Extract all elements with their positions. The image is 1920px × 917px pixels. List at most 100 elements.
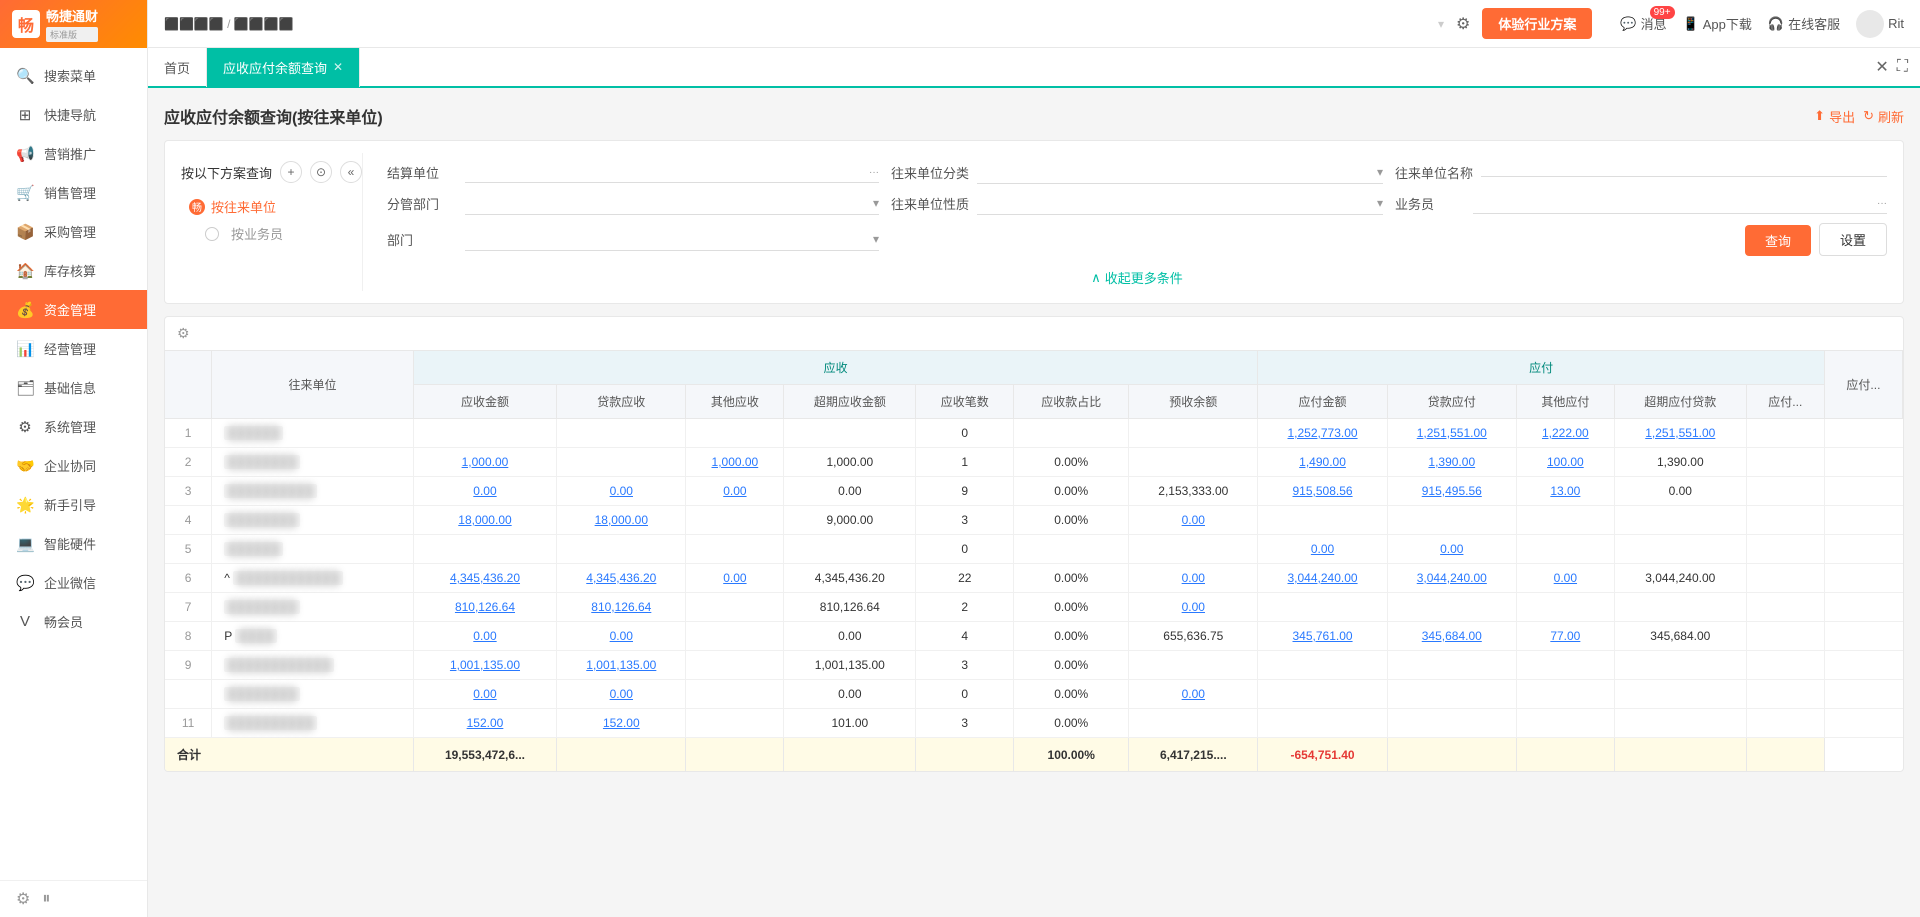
partner-name-input[interactable] <box>1481 168 1887 177</box>
app-download-button[interactable]: 📱 App下载 <box>1683 14 1752 33</box>
col-no <box>165 351 212 419</box>
cell-ap-balance <box>1746 535 1824 564</box>
sidebar-item-purchase[interactable]: 📦 采购管理 <box>0 212 147 251</box>
sidebar-item-base[interactable]: 🗂 基础信息 <box>0 368 147 407</box>
table-row: 2 ████████ 1,000.00 1,000.00 1,000.00 1 … <box>165 448 1903 477</box>
sidebar-item-hardware[interactable]: 💻 智能硬件 <box>0 524 147 563</box>
cell-ap-amount <box>1258 506 1387 535</box>
department-label: 部门 <box>387 230 457 249</box>
cell-partner: ████████ <box>212 506 414 535</box>
cell-ar-ratio: 0.00% <box>1014 564 1129 593</box>
main-content: 首页 应收应付余额查询 ✕ ✕ ⛶ 应收应付余额查询(按往来单位) ⬆ 导出 ↻… <box>148 48 1920 917</box>
cell-ar-amount: 18,000.00 <box>413 506 556 535</box>
cell-ar-other <box>686 535 784 564</box>
filter-by-partner[interactable]: 畅 按往来单位 <box>181 193 362 220</box>
table-settings-icon[interactable]: ⚙ <box>177 325 190 341</box>
dept-input[interactable]: ▾ <box>465 192 879 215</box>
breadcrumb-path: ⬛⬛⬛⬛ / ⬛⬛⬛⬛ <box>164 17 294 31</box>
table-scroll[interactable]: 往来单位 应收 应付 应付... 应收金额 贷款应收 其他应收 超期应收金额 应… <box>165 351 1903 771</box>
user-menu-button[interactable]: Rit <box>1856 10 1904 38</box>
sidebar-item-label: 基础信息 <box>44 378 96 397</box>
tab-arbalance[interactable]: 应收应付余额查询 ✕ <box>207 47 360 87</box>
cell-ap-other: 0.00 <box>1516 564 1614 593</box>
cell-ap-balance <box>1746 419 1824 448</box>
col-ap-more: 应付... <box>1824 351 1902 419</box>
cell-ap-other: 1,222.00 <box>1516 419 1614 448</box>
department-input[interactable]: ▾ <box>465 228 879 251</box>
cell-ar-ratio: 0.00% <box>1014 448 1129 477</box>
cell-ar-other <box>686 506 784 535</box>
cell-ap-other <box>1516 709 1614 738</box>
field-partner-category: 往来单位分类 ▾ <box>891 161 1383 184</box>
col-ar-ratio: 应收款占比 <box>1014 385 1129 419</box>
cell-ar-other <box>686 651 784 680</box>
message-button[interactable]: 💬 消息 99+ <box>1620 14 1666 33</box>
collapse-more-button[interactable]: ∧ 收起更多条件 <box>387 264 1887 291</box>
partner-nature-input[interactable]: ▾ <box>977 192 1383 215</box>
cell-advance-balance: 655,636.75 <box>1129 622 1258 651</box>
setting-button[interactable]: 设置 <box>1819 223 1887 256</box>
tab-home[interactable]: 首页 <box>148 47 207 87</box>
cell-ar-ratio: 0.00% <box>1014 506 1129 535</box>
sidebar-item-system[interactable]: ⚙ 系统管理 <box>0 407 147 446</box>
filter-sidebar: 按以下方案查询 + ⊙ « 畅 按往来单位 按业务员 <box>181 153 363 291</box>
cell-ar-count: 22 <box>916 564 1014 593</box>
sidebar-item-search[interactable]: 🔍 搜索菜单 <box>0 56 147 95</box>
sidebar-item-cooperation[interactable]: 🤝 企业协同 <box>0 446 147 485</box>
sidebar-item-shortcut[interactable]: ⊞ 快捷导航 <box>0 95 147 134</box>
footer-ar-ratio: 100.00% <box>1014 738 1129 772</box>
cell-ar-loan: 0.00 <box>557 477 686 506</box>
cell-ar-other <box>686 622 784 651</box>
collapse-filter-button[interactable]: « <box>340 161 362 183</box>
cell-ar-loan: 18,000.00 <box>557 506 686 535</box>
footer-ap-loan <box>1387 738 1516 772</box>
sidebar-item-wechat[interactable]: 💬 企业微信 <box>0 563 147 602</box>
hardware-icon: 💻 <box>16 535 34 553</box>
table-row: 6 ^ ████████████ 4,345,436.20 4,345,436.… <box>165 564 1903 593</box>
settings-gear-icon[interactable]: ⚙ <box>1456 14 1470 34</box>
tab-expand-button[interactable]: ⛶ <box>1897 58 1908 76</box>
cell-ap-overdue: 1,390.00 <box>1614 448 1746 477</box>
cell-ap-loan: 3,044,240.00 <box>1387 564 1516 593</box>
add-filter-button[interactable]: + <box>280 161 302 183</box>
cell-ar-loan: 1,001,135.00 <box>557 651 686 680</box>
sidebar-item-finance[interactable]: 💰 资金管理 <box>0 290 147 329</box>
cell-ar-amount: 0.00 <box>413 622 556 651</box>
solution-button[interactable]: 体验行业方案 <box>1482 8 1592 39</box>
partner-category-input[interactable]: ▾ <box>977 161 1383 184</box>
salesman-input[interactable]: ··· <box>1473 194 1887 214</box>
cell-no: 1 <box>165 419 212 448</box>
settings-icon[interactable]: ⚙ <box>16 889 30 909</box>
sidebar-item-guide[interactable]: 🌟 新手引导 <box>0 485 147 524</box>
sidebar-item-sales[interactable]: 🛒 销售管理 <box>0 173 147 212</box>
collapse-icon[interactable]: ⏸ <box>42 890 50 908</box>
settlement-unit-input[interactable]: ··· <box>465 163 879 183</box>
cell-partner: ████████ <box>212 593 414 622</box>
dept-label: 分管部门 <box>387 194 457 213</box>
refresh-button[interactable]: ↻ 刷新 <box>1863 107 1904 126</box>
tab-close-window-button[interactable]: ✕ <box>1875 57 1888 77</box>
filter-by-salesman[interactable]: 按业务员 <box>181 220 362 247</box>
breadcrumb-chevron-icon[interactable]: ▾ <box>1438 17 1444 31</box>
partner-category-arrow-icon: ▾ <box>1377 165 1383 179</box>
col-ap-other: 其他应付 <box>1516 385 1614 419</box>
field-partner-name: 往来单位名称 <box>1395 161 1887 184</box>
sidebar-item-vip[interactable]: V 畅会员 <box>0 602 147 641</box>
sidebar-item-label: 搜索菜单 <box>44 66 96 85</box>
tab-close-icon[interactable]: ✕ <box>333 60 343 74</box>
cell-ar-other <box>686 709 784 738</box>
cell-ar-amount: 1,001,135.00 <box>413 651 556 680</box>
query-button[interactable]: 查询 <box>1745 225 1811 256</box>
cell-ap-overdue <box>1614 680 1746 709</box>
cell-no: 3 <box>165 477 212 506</box>
sidebar-item-marketing[interactable]: 📢 营销推广 <box>0 134 147 173</box>
sidebar-item-operations[interactable]: 📊 经营管理 <box>0 329 147 368</box>
online-service-button[interactable]: 🎧 在线客服 <box>1768 14 1840 33</box>
export-button[interactable]: ⬆ 导出 <box>1814 107 1855 126</box>
wechat-icon: 💬 <box>16 574 34 592</box>
sidebar-item-inventory[interactable]: 🏠 库存核算 <box>0 251 147 290</box>
cell-ar-ratio: 0.00% <box>1014 651 1129 680</box>
settings-filter-button[interactable]: ⊙ <box>310 161 332 183</box>
cell-ar-overdue: 9,000.00 <box>784 506 916 535</box>
cell-ap-loan <box>1387 709 1516 738</box>
